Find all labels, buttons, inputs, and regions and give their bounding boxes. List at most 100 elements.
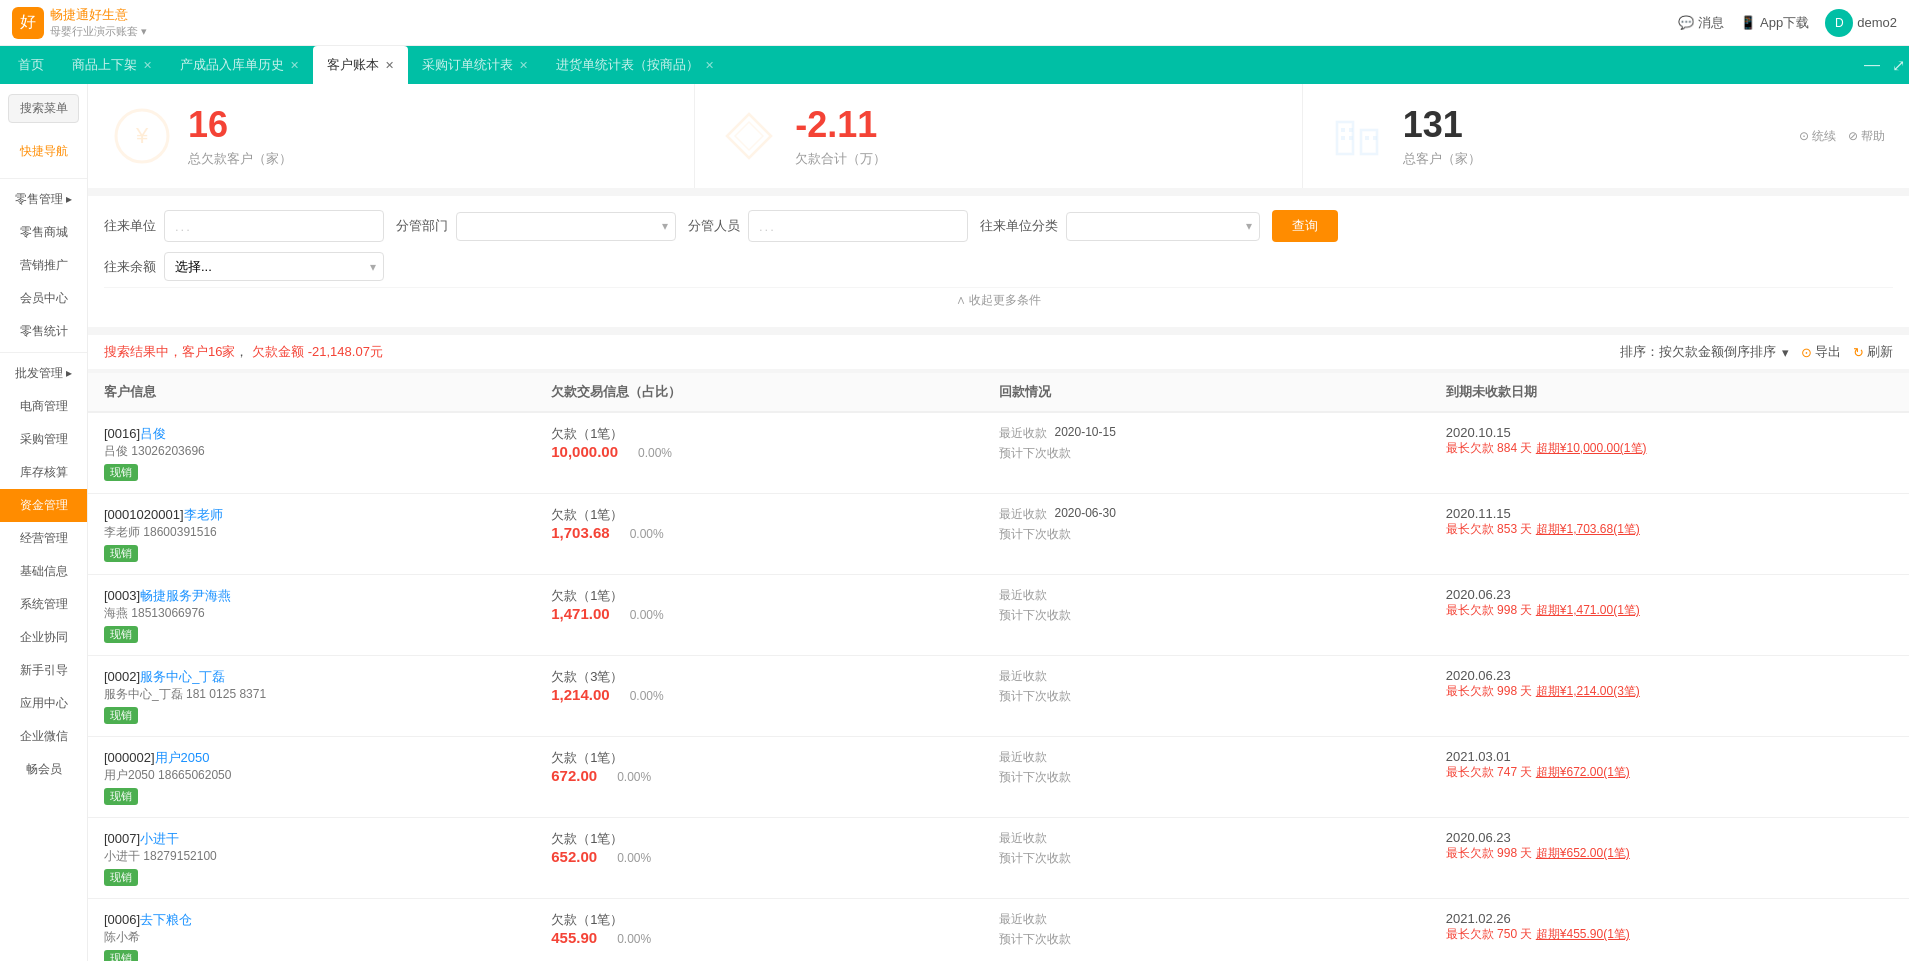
sidebar-item-retail-mgmt[interactable]: 零售管理 ▸ (0, 183, 87, 216)
debt-count: 欠款（1笔） (551, 749, 998, 767)
sidebar-item-capital-mgmt[interactable]: 资金管理 (0, 489, 87, 522)
sidebar-item-operation-mgmt[interactable]: 经营管理 (0, 522, 87, 555)
overdue-amount-link[interactable]: 超期¥1,214.00(3笔) (1536, 684, 1640, 698)
debt-cell: 欠款（1笔） 455.90 0.00% (551, 911, 998, 961)
sidebar-item-member-center[interactable]: 会员中心 (0, 282, 87, 315)
filter-select-balance[interactable]: 选择... (164, 252, 384, 281)
stat-info-debt: -2.11 欠款合计（万） (795, 104, 886, 168)
tab-customer-account[interactable]: 客户账本 ✕ (313, 46, 408, 84)
tab-products-off[interactable]: 商品上下架 ✕ (58, 46, 166, 84)
filter-input-customer[interactable]: ... (164, 210, 384, 242)
table-row: [0001020001]李老师 李老师 18600391516 现销 欠款（1笔… (88, 494, 1909, 575)
sidebar-search-area: 搜索菜单 (0, 84, 87, 129)
sidebar-item-purchase-mgmt[interactable]: 采购管理 (0, 423, 87, 456)
debt-amount: 672.00 (551, 767, 597, 784)
stats-action-help[interactable]: ⊘ 帮助 (1848, 128, 1885, 145)
stat-label-debt: 欠款合计（万） (795, 150, 886, 168)
sidebar-item-system-mgmt[interactable]: 系统管理 (0, 588, 87, 621)
due-cell: 2020.06.23 最长欠款 998 天 超期¥1,214.00(3笔) (1446, 668, 1893, 724)
filter-input-person[interactable]: ... (748, 210, 968, 242)
customer-phone: 李老师 18600391516 (104, 524, 551, 541)
expand-btn[interactable]: ⤢ (1892, 56, 1905, 75)
due-cell: 2021.02.26 最长欠款 750 天 超期¥455.90(1笔) (1446, 911, 1893, 961)
debt-cell: 欠款（1笔） 672.00 0.00% (551, 749, 998, 805)
overdue-amount-link[interactable]: 超期¥1,703.68(1笔) (1536, 522, 1640, 536)
export-icon: ⊙ (1801, 345, 1812, 360)
tab-purchase-single-stats[interactable]: 进货单统计表（按商品） ✕ (542, 46, 728, 84)
sidebar-item-batch-mgmt[interactable]: 批发管理 ▸ (0, 357, 87, 390)
filter-select-dept[interactable] (456, 212, 676, 241)
data-table: 客户信息 欠款交易信息（占比） 回款情况 到期未收款日期 [0016]吕俊 吕俊… (88, 373, 1909, 961)
overdue-amount-link[interactable]: 超期¥652.00(1笔) (1536, 846, 1630, 860)
sidebar-item-retail-stats[interactable]: 零售统计 (0, 315, 87, 348)
debt-cell: 欠款（1笔） 1,471.00 0.00% (551, 587, 998, 643)
close-icon[interactable]: ✕ (385, 59, 394, 72)
collection-row-latest: 最近收款 (999, 911, 1446, 928)
sidebar-item-quick-nav[interactable]: 快捷导航 (0, 135, 87, 168)
overdue-amount-link[interactable]: 超期¥10,000.00(1笔) (1536, 441, 1647, 455)
customer-cell: [0006]去下粮仓 陈小希 现销 (104, 911, 551, 961)
search-menu-btn[interactable]: 搜索菜单 (8, 94, 79, 123)
export-btn[interactable]: ⊙ 导出 (1801, 343, 1841, 361)
user-menu-btn[interactable]: D demo2 (1825, 9, 1897, 37)
filter-select-category[interactable] (1066, 212, 1260, 241)
overdue-days: 最长欠款 998 天 (1446, 684, 1536, 698)
message-btn[interactable]: 💬 消息 (1678, 14, 1724, 32)
sidebar-item-vip-member[interactable]: 畅会员 (0, 753, 87, 786)
stat-card-total: 131 总客户（家） ⊙ 统续 ⊘ 帮助 (1303, 84, 1909, 188)
content-area: ¥ 16 总欠款客户（家） -2.11 欠款合计（万） (88, 84, 1909, 961)
avatar: D (1825, 9, 1853, 37)
customer-phone: 服务中心_丁磊 181 0125 8371 (104, 686, 551, 703)
tab-home[interactable]: 首页 (4, 46, 58, 84)
sidebar-item-enterprise-wechat[interactable]: 企业微信 (0, 720, 87, 753)
stat-info-customers: 16 总欠款客户（家） (188, 104, 292, 168)
sidebar-item-retail-mall[interactable]: 零售商城 (0, 216, 87, 249)
sidebar-item-inventory-check[interactable]: 库存核算 (0, 456, 87, 489)
close-icon[interactable]: ✕ (705, 59, 714, 72)
minimize-btn[interactable]: — (1864, 56, 1880, 75)
tab-purchase-stats[interactable]: 采购订单统计表 ✕ (408, 46, 542, 84)
collection-row-latest: 最近收款 (999, 587, 1446, 604)
sidebar-item-app-center[interactable]: 应用中心 (0, 687, 87, 720)
overdue-amount-link[interactable]: 超期¥1,471.00(1笔) (1536, 603, 1640, 617)
customer-tag: 现销 (104, 464, 138, 481)
sub-title: 母婴行业演示账套 ▾ (50, 24, 147, 39)
sidebar-item-marketing[interactable]: 营销推广 (0, 249, 87, 282)
debt-amount: 652.00 (551, 848, 597, 865)
query-btn[interactable]: 查询 (1272, 210, 1338, 242)
overdue-amount-link[interactable]: 超期¥455.90(1笔) (1536, 927, 1630, 941)
debt-amount-row: 1,471.00 0.00% (551, 605, 998, 622)
svg-rect-7 (1349, 128, 1353, 132)
sidebar-item-enterprise-collab[interactable]: 企业协同 (0, 621, 87, 654)
debt-percent: 0.00% (617, 851, 651, 865)
app-icon: 📱 (1740, 15, 1756, 30)
tab-production-history[interactable]: 产成品入库单历史 ✕ (166, 46, 313, 84)
app-download-btn[interactable]: 📱 App下载 (1740, 14, 1809, 32)
sidebar-item-ecommerce[interactable]: 电商管理 (0, 390, 87, 423)
debt-cell: 欠款（1笔） 1,703.68 0.00% (551, 506, 998, 562)
nav-actions: — ⤢ (1864, 56, 1905, 75)
results-actions: 排序：按欠款金额倒序排序 ▾ ⊙ 导出 ↻ 刷新 (1620, 343, 1893, 361)
stat-icon-money: ¥ (112, 106, 172, 166)
sidebar-item-new-guide[interactable]: 新手引导 (0, 654, 87, 687)
sidebar-item-basic-info[interactable]: 基础信息 (0, 555, 87, 588)
svg-rect-11 (1373, 136, 1377, 140)
view-icon: ⊙ (1799, 129, 1809, 143)
close-icon[interactable]: ✕ (290, 59, 299, 72)
help-icon: ⊘ (1848, 129, 1858, 143)
stats-action-view[interactable]: ⊙ 统续 (1799, 128, 1836, 145)
customer-cell: [0003]畅捷服务尹海燕 海燕 18513066976 现销 (104, 587, 551, 643)
customer-cell: [000002]用户2050 用户2050 18665062050 现销 (104, 749, 551, 805)
overdue-amount-link[interactable]: 超期¥672.00(1笔) (1536, 765, 1630, 779)
close-icon[interactable]: ✕ (519, 59, 528, 72)
overdue-days: 最长欠款 998 天 (1446, 846, 1536, 860)
collection-row-next: 预计下次收款 (999, 769, 1446, 786)
debt-count: 欠款（3笔） (551, 668, 998, 686)
filter-item-person: 分管人员 ... (688, 210, 968, 242)
refresh-btn[interactable]: ↻ 刷新 (1853, 343, 1893, 361)
collapse-bar[interactable]: ∧ 收起更多条件 (104, 287, 1893, 313)
due-cell: 2020.06.23 最长欠款 998 天 超期¥1,471.00(1笔) (1446, 587, 1893, 643)
close-icon[interactable]: ✕ (143, 59, 152, 72)
filter-dots-icon: ... (175, 219, 192, 234)
svg-rect-5 (1361, 130, 1377, 154)
